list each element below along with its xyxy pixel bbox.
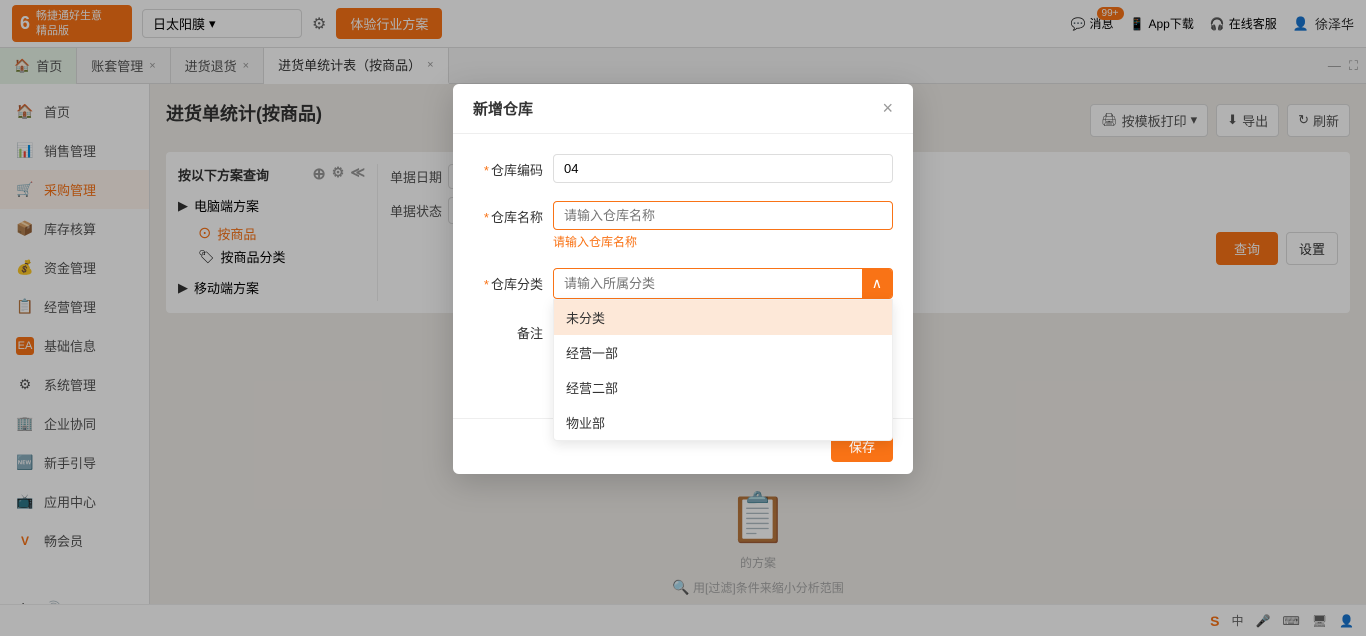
category-toggle-button[interactable]: ∧ [862, 269, 892, 298]
category-dropdown-container: ∧ 未分类 经营一部 经营二部 物业部 [553, 268, 893, 299]
modal-header: 新增仓库 × [453, 84, 913, 134]
modal-title: 新增仓库 [473, 98, 533, 119]
category-option-uncategorized[interactable]: 未分类 [554, 300, 892, 335]
category-option-ops2[interactable]: 经营二部 [554, 370, 892, 405]
category-label: 仓库分类 [473, 268, 553, 293]
category-dropdown-list: 未分类 经营一部 经营二部 物业部 [553, 299, 893, 441]
category-option-ops1[interactable]: 经营一部 [554, 335, 892, 370]
add-warehouse-modal: 新增仓库 × 仓库编码 仓库名称 请输入仓库名称 仓库分类 [453, 84, 913, 474]
form-row-code: 仓库编码 [473, 154, 893, 183]
code-label: 仓库编码 [473, 154, 553, 179]
name-error-msg: 请输入仓库名称 [553, 233, 893, 250]
category-option-property[interactable]: 物业部 [554, 405, 892, 440]
name-input[interactable] [553, 201, 893, 230]
name-field: 请输入仓库名称 [553, 201, 893, 250]
category-input-wrapper: ∧ [553, 268, 893, 299]
form-row-name: 仓库名称 请输入仓库名称 [473, 201, 893, 250]
category-field: ∧ 未分类 经营一部 经营二部 物业部 [553, 268, 893, 299]
note-label: 备注 [473, 317, 553, 342]
name-label: 仓库名称 [473, 201, 553, 226]
code-field [553, 154, 893, 183]
category-input[interactable] [554, 270, 862, 297]
modal-body: 仓库编码 仓库名称 请输入仓库名称 仓库分类 ∧ [453, 134, 913, 418]
modal-close-button[interactable]: × [882, 98, 893, 119]
code-input[interactable] [553, 154, 893, 183]
form-row-category: 仓库分类 ∧ 未分类 经营一部 经营二部 物业部 [473, 268, 893, 299]
